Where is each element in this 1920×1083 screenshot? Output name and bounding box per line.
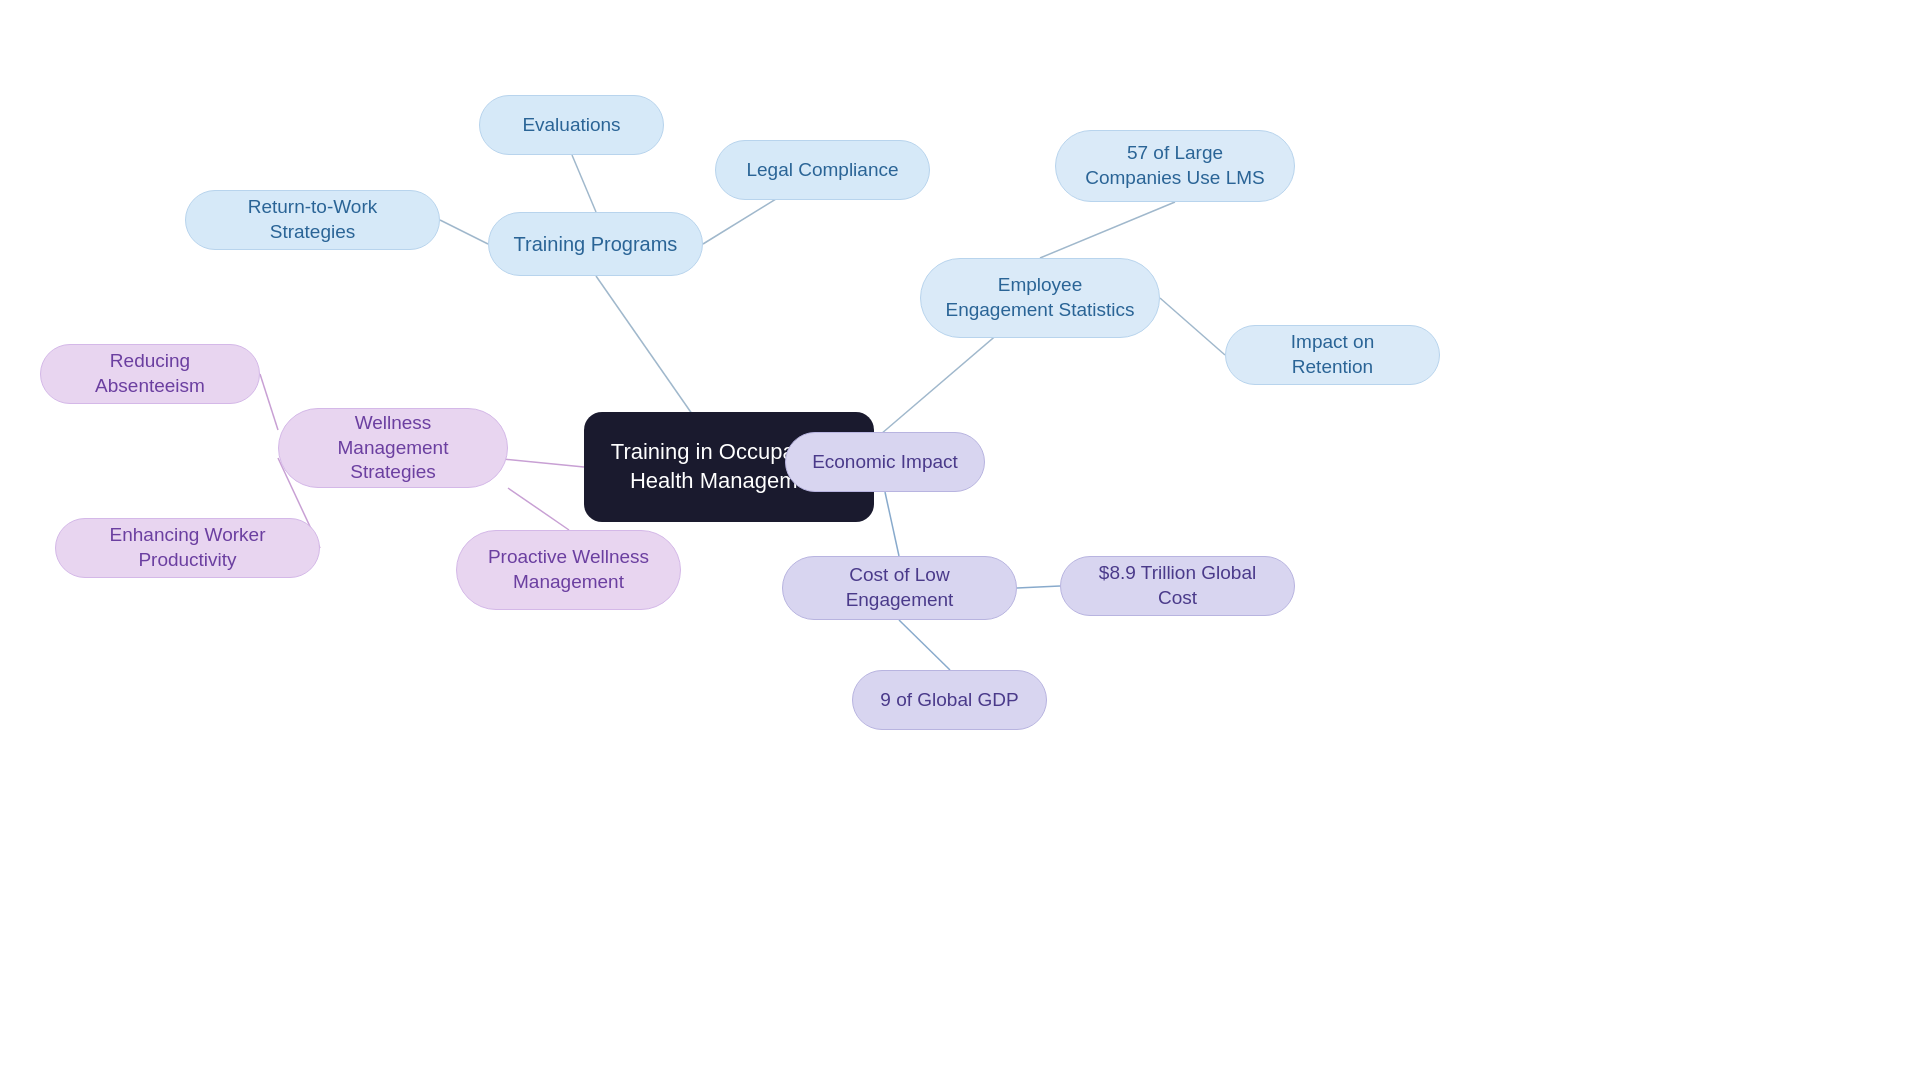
employee-engagement-node: Employee Engagement Statistics xyxy=(920,258,1160,338)
svg-line-10 xyxy=(508,488,569,530)
svg-line-2 xyxy=(440,220,488,244)
reducing-absenteeism-node: Reducing Absenteeism xyxy=(40,344,260,404)
proactive-wellness-node: Proactive Wellness Management xyxy=(456,530,681,610)
return-to-work-node: Return-to-Work Strategies xyxy=(185,190,440,250)
svg-line-14 xyxy=(899,620,950,670)
evaluations-node: Evaluations xyxy=(479,95,664,155)
training-programs-node: Training Programs xyxy=(488,212,703,276)
lms-node: 57 of Large Companies Use LMS xyxy=(1055,130,1295,202)
impact-retention-node: Impact on Retention xyxy=(1225,325,1440,385)
svg-line-8 xyxy=(260,374,278,430)
economic-impact-node: Economic Impact xyxy=(785,432,985,492)
wellness-management-node: Wellness Management Strategies xyxy=(278,408,508,488)
svg-line-6 xyxy=(1160,298,1225,355)
global-gdp-node: 9 of Global GDP xyxy=(852,670,1047,730)
cost-low-engagement-node: Cost of Low Engagement xyxy=(782,556,1017,620)
svg-line-5 xyxy=(1040,202,1175,258)
global-cost-node: $8.9 Trillion Global Cost xyxy=(1060,556,1295,616)
enhancing-worker-node: Enhancing Worker Productivity xyxy=(55,518,320,578)
svg-line-12 xyxy=(885,492,899,556)
svg-line-1 xyxy=(572,155,596,212)
legal-compliance-node: Legal Compliance xyxy=(715,140,930,200)
svg-line-13 xyxy=(1017,586,1060,588)
